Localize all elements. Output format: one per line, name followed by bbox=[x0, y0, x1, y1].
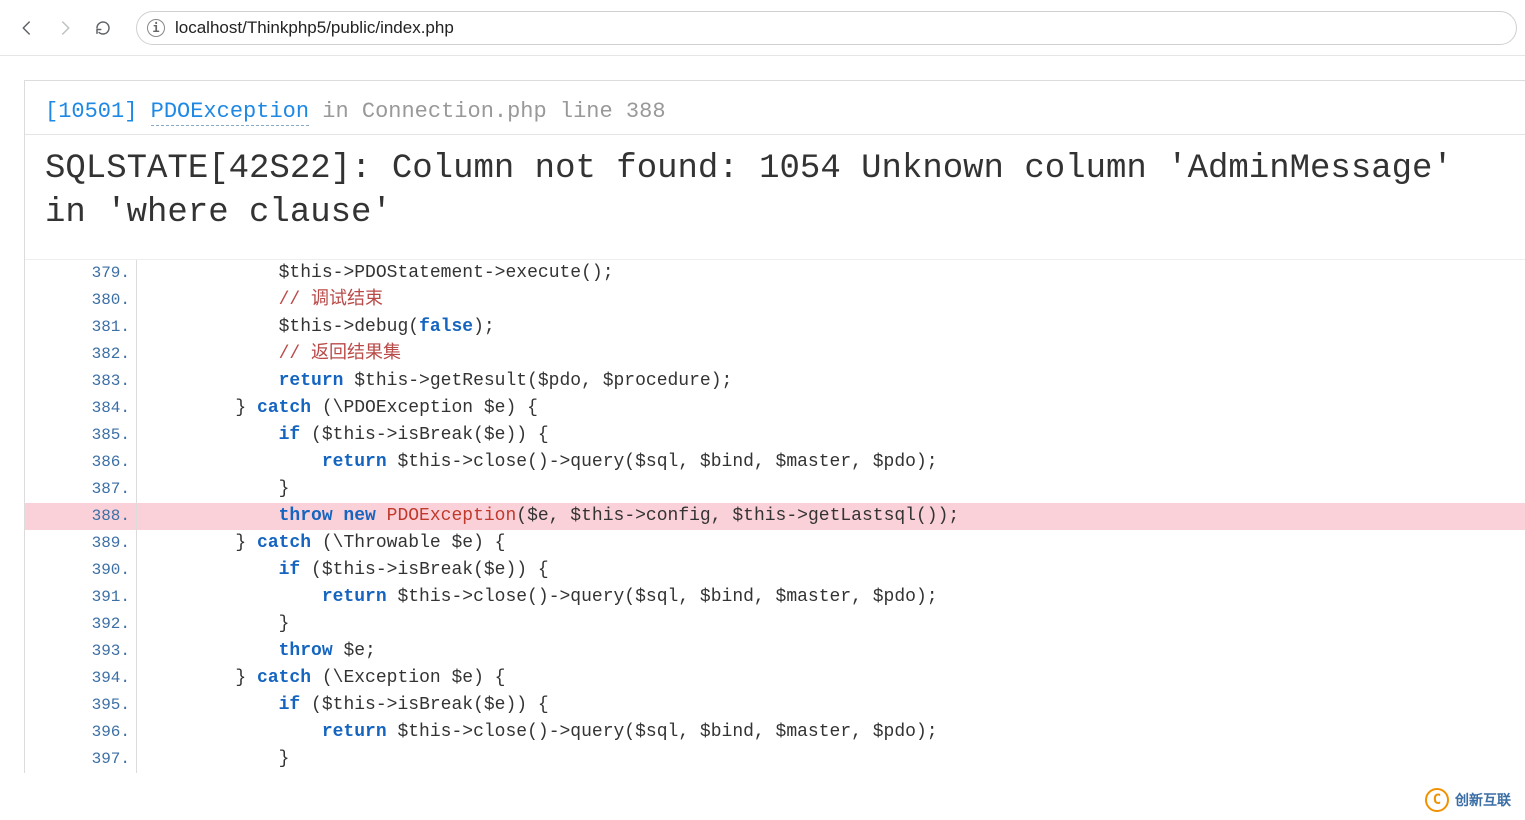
code-line: 397. } bbox=[25, 746, 1525, 773]
arrow-left-icon bbox=[18, 19, 36, 37]
line-number: 394. bbox=[25, 665, 137, 692]
in-label: in bbox=[322, 99, 348, 124]
code-content: // 调试结束 bbox=[137, 287, 1525, 314]
code-line: 392. } bbox=[25, 611, 1525, 638]
code-line: 382. // 返回结果集 bbox=[25, 341, 1525, 368]
line-number: 392. bbox=[25, 611, 137, 638]
reload-button[interactable] bbox=[86, 11, 120, 45]
code-line: 394. } catch (\Exception $e) { bbox=[25, 665, 1525, 692]
error-code: [10501] bbox=[45, 99, 137, 124]
back-button[interactable] bbox=[10, 11, 44, 45]
url-input[interactable] bbox=[175, 18, 1506, 38]
browser-toolbar: i bbox=[0, 0, 1525, 56]
reload-icon bbox=[94, 19, 112, 37]
code-content: } bbox=[137, 476, 1525, 503]
error-header: [10501] PDOException in Connection.php l… bbox=[25, 81, 1525, 135]
line-number: 395. bbox=[25, 692, 137, 719]
code-line: 395. if ($this->isBreak($e)) { bbox=[25, 692, 1525, 719]
code-content: $this->PDOStatement->execute(); bbox=[137, 260, 1525, 287]
code-content: return $this->getResult($pdo, $procedure… bbox=[137, 368, 1525, 395]
code-content: $this->debug(false); bbox=[137, 314, 1525, 341]
code-line: 393. throw $e; bbox=[25, 638, 1525, 665]
code-content: return $this->close()->query($sql, $bind… bbox=[137, 584, 1525, 611]
exception-link[interactable]: PDOException bbox=[151, 99, 309, 126]
error-file: Connection.php line 388 bbox=[362, 99, 666, 124]
forward-button[interactable] bbox=[48, 11, 82, 45]
code-content: throw $e; bbox=[137, 638, 1525, 665]
code-content: } catch (\Throwable $e) { bbox=[137, 530, 1525, 557]
line-number: 389. bbox=[25, 530, 137, 557]
code-line: 380. // 调试结束 bbox=[25, 287, 1525, 314]
code-line: 388. throw new PDOException($e, $this->c… bbox=[25, 503, 1525, 530]
line-number: 379. bbox=[25, 260, 137, 287]
code-line: 385. if ($this->isBreak($e)) { bbox=[25, 422, 1525, 449]
line-number: 388. bbox=[25, 503, 137, 530]
code-content: return $this->close()->query($sql, $bind… bbox=[137, 449, 1525, 476]
code-content: } bbox=[137, 611, 1525, 638]
code-content: } catch (\Exception $e) { bbox=[137, 665, 1525, 692]
line-number: 381. bbox=[25, 314, 137, 341]
error-page: [10501] PDOException in Connection.php l… bbox=[24, 80, 1525, 773]
code-listing: 379. $this->PDOStatement->execute();380.… bbox=[25, 259, 1525, 773]
error-breadcrumb: [10501] PDOException in Connection.php l… bbox=[45, 99, 1505, 124]
line-number: 382. bbox=[25, 341, 137, 368]
line-number: 386. bbox=[25, 449, 137, 476]
code-line: 396. return $this->close()->query($sql, … bbox=[25, 719, 1525, 746]
code-content: } catch (\PDOException $e) { bbox=[137, 395, 1525, 422]
line-number: 387. bbox=[25, 476, 137, 503]
line-number: 391. bbox=[25, 584, 137, 611]
code-content: throw new PDOException($e, $this->config… bbox=[137, 503, 1525, 530]
code-line: 383. return $this->getResult($pdo, $proc… bbox=[25, 368, 1525, 395]
code-line: 391. return $this->close()->query($sql, … bbox=[25, 584, 1525, 611]
code-content: if ($this->isBreak($e)) { bbox=[137, 422, 1525, 449]
error-message: SQLSTATE[42S22]: Column not found: 1054 … bbox=[25, 135, 1525, 255]
line-number: 397. bbox=[25, 746, 137, 773]
line-number: 396. bbox=[25, 719, 137, 746]
code-content: if ($this->isBreak($e)) { bbox=[137, 692, 1525, 719]
address-bar[interactable]: i bbox=[136, 11, 1517, 45]
code-line: 390. if ($this->isBreak($e)) { bbox=[25, 557, 1525, 584]
arrow-right-icon bbox=[56, 19, 74, 37]
code-line: 387. } bbox=[25, 476, 1525, 503]
line-number: 393. bbox=[25, 638, 137, 665]
watermark: C 创新互联 bbox=[1419, 786, 1517, 814]
code-content: // 返回结果集 bbox=[137, 341, 1525, 368]
line-number: 385. bbox=[25, 422, 137, 449]
line-number: 390. bbox=[25, 557, 137, 584]
watermark-text: 创新互联 bbox=[1455, 790, 1511, 810]
code-content: if ($this->isBreak($e)) { bbox=[137, 557, 1525, 584]
watermark-badge-icon: C bbox=[1425, 788, 1449, 812]
code-line: 381. $this->debug(false); bbox=[25, 314, 1525, 341]
code-line: 384. } catch (\PDOException $e) { bbox=[25, 395, 1525, 422]
site-info-icon[interactable]: i bbox=[147, 19, 165, 37]
code-content: } bbox=[137, 746, 1525, 773]
code-line: 379. $this->PDOStatement->execute(); bbox=[25, 260, 1525, 287]
code-line: 389. } catch (\Throwable $e) { bbox=[25, 530, 1525, 557]
code-content: return $this->close()->query($sql, $bind… bbox=[137, 719, 1525, 746]
line-number: 384. bbox=[25, 395, 137, 422]
code-line: 386. return $this->close()->query($sql, … bbox=[25, 449, 1525, 476]
line-number: 383. bbox=[25, 368, 137, 395]
line-number: 380. bbox=[25, 287, 137, 314]
